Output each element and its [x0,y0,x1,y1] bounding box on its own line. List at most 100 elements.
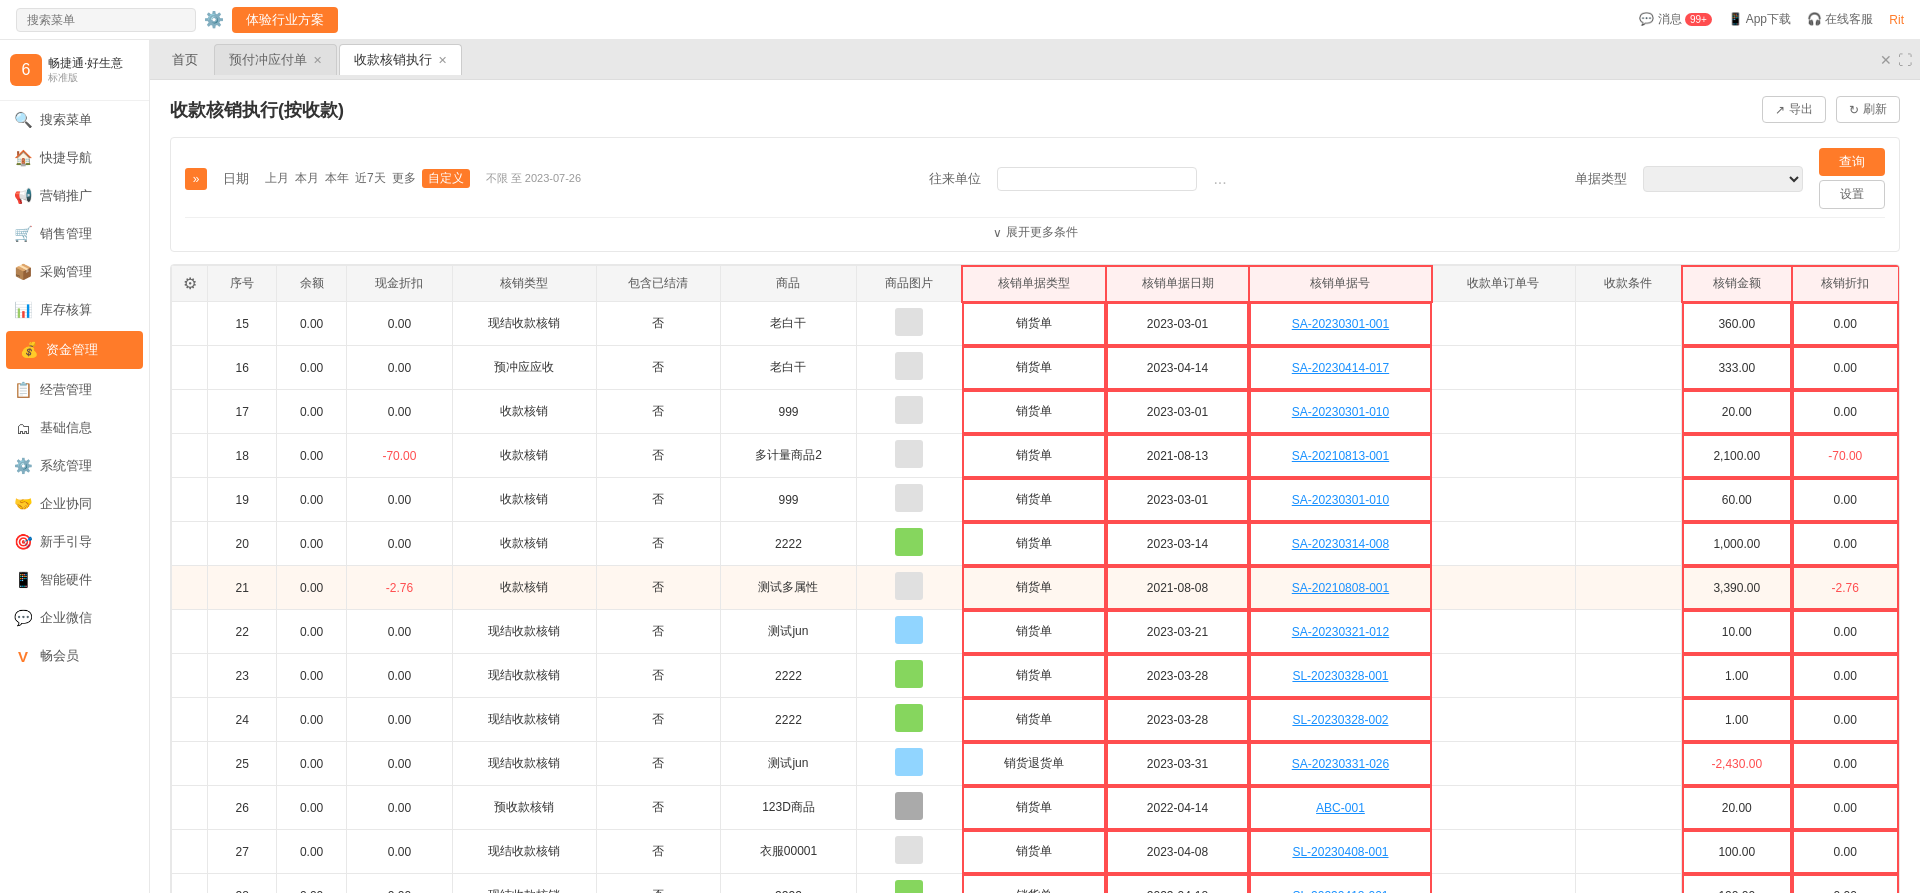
close-icon[interactable]: ✕ [1880,52,1892,68]
page-header-actions: ↗ 导出 ↻ 刷新 [1762,96,1900,123]
tab-receivable-label: 收款核销执行 [354,51,432,69]
verify-bill-link[interactable]: SA-20230301-010 [1292,493,1389,507]
cell-verify-amount: 333.00 [1682,346,1793,390]
cell-verify-bill-no[interactable]: SL-20230418-001 [1249,874,1432,894]
verify-bill-link[interactable]: SA-20210813-001 [1292,449,1389,463]
verify-bill-link[interactable]: SA-20230314-008 [1292,537,1389,551]
cell-verify-bill-no[interactable]: SA-20230331-026 [1249,742,1432,786]
export-button[interactable]: ↗ 导出 [1762,96,1826,123]
expand-more-btn[interactable]: ∨ 展开更多条件 [185,217,1885,241]
sidebar-item-search[interactable]: 🔍 搜索菜单 [0,101,149,139]
sidebar-item-guide[interactable]: 🎯 新手引导 [0,523,149,561]
cell-verify-bill-no[interactable]: SA-20210808-001 [1249,566,1432,610]
cell-receipt-condition [1575,434,1681,478]
sidebar-item-purchase[interactable]: 📦 采购管理 [0,253,149,291]
cell-receipt-condition [1575,566,1681,610]
cell-verify-bill-no[interactable]: SA-20230321-012 [1249,610,1432,654]
tab-receivable[interactable]: 收款核销执行 ✕ [339,44,462,75]
industry-solution-btn[interactable]: 体验行业方案 [232,7,338,33]
date-opt-7days[interactable]: 近7天 [355,170,386,187]
tab-prepay[interactable]: 预付冲应付单 ✕ [214,44,337,75]
sidebar-item-hardware[interactable]: 📱 智能硬件 [0,561,149,599]
sidebar-label-sales: 销售管理 [40,225,92,243]
gear-icon[interactable]: ⚙️ [204,10,224,29]
verify-bill-link[interactable]: SA-20230301-010 [1292,405,1389,419]
cell-receipt-order-no [1432,566,1575,610]
receipt-type-select[interactable] [1643,166,1803,192]
sidebar-item-system[interactable]: ⚙️ 系统管理 [0,447,149,485]
date-opt-more[interactable]: 更多 [392,170,416,187]
message-icon[interactable]: 💬 消息 99+ [1639,11,1712,28]
sidebar-label-purchase: 采购管理 [40,263,92,281]
sidebar-item-member[interactable]: V 畅会员 [0,637,149,675]
verify-bill-link[interactable]: SL-20230408-001 [1292,845,1388,859]
verify-bill-link[interactable]: SA-20230321-012 [1292,625,1389,639]
verify-bill-link[interactable]: SA-20230301-001 [1292,317,1389,331]
message-badge: 99+ [1685,13,1712,26]
cell-product-image [856,698,962,742]
filter-expand-btn[interactable]: » [185,168,207,190]
cell-verify-bill-no[interactable]: SA-20210813-001 [1249,434,1432,478]
sidebar-item-enterprise[interactable]: 🤝 企业协同 [0,485,149,523]
date-opt-this-month[interactable]: 本月 [295,170,319,187]
cell-num: 21 [208,566,277,610]
cell-verify-bill-no[interactable]: SA-20230301-010 [1249,478,1432,522]
verify-bill-link[interactable]: SL-20230418-001 [1292,889,1388,894]
partner-input[interactable] [997,167,1197,191]
date-opt-this-year[interactable]: 本年 [325,170,349,187]
sidebar-item-marketing[interactable]: 📢 营销推广 [0,177,149,215]
sidebar-item-operations[interactable]: 📋 经营管理 [0,371,149,409]
cell-verify-bill-no[interactable]: SA-20230301-010 [1249,390,1432,434]
verify-bill-link[interactable]: SA-20230414-017 [1292,361,1389,375]
verify-bill-link[interactable]: SA-20230331-026 [1292,757,1389,771]
app-download-link[interactable]: 📱 App下载 [1728,11,1791,28]
sidebar-item-funds[interactable]: 💰 资金管理 [6,331,143,369]
refresh-button[interactable]: ↻ 刷新 [1836,96,1900,123]
cell-verify-bill-date: 2023-03-01 [1106,478,1249,522]
sidebar-label-hardware: 智能硬件 [40,571,92,589]
setting-button[interactable]: 设置 [1819,180,1885,209]
verify-bill-link[interactable]: SL-20230328-002 [1292,713,1388,727]
cell-verify-bill-no[interactable]: ABC-001 [1249,786,1432,830]
sidebar-item-inventory[interactable]: 📊 库存核算 [0,291,149,329]
top-search-input[interactable] [16,8,196,32]
sidebar-item-sales[interactable]: 🛒 销售管理 [0,215,149,253]
sidebar-item-quick-nav[interactable]: 🏠 快捷导航 [0,139,149,177]
cell-verify-bill-no[interactable]: SA-20230314-008 [1249,522,1432,566]
cell-cash-discount: 0.00 [346,874,452,894]
cell-verify-bill-no[interactable]: SA-20230301-001 [1249,302,1432,346]
tab-home[interactable]: 首页 [158,45,212,75]
cell-verify-bill-no[interactable]: SL-20230328-001 [1249,654,1432,698]
inventory-icon: 📊 [14,301,32,319]
cell-verify-bill-no[interactable]: SA-20230414-017 [1249,346,1432,390]
cell-verify-bill-no[interactable]: SL-20230408-001 [1249,830,1432,874]
verify-bill-link[interactable]: SL-20230328-001 [1292,669,1388,683]
sidebar-item-wechat[interactable]: 💬 企业微信 [0,599,149,637]
cell-settings [172,654,208,698]
date-opt-custom[interactable]: 自定义 [422,169,470,188]
verify-bill-link[interactable]: SA-20210808-001 [1292,581,1389,595]
cell-verify-discount: 0.00 [1792,302,1898,346]
cell-receipt-order-no [1432,698,1575,742]
maximize-icon[interactable]: ⛶ [1898,52,1912,68]
cell-product-image [856,478,962,522]
verify-bill-link[interactable]: ABC-001 [1316,801,1365,815]
cell-verify-type: 现结收款核销 [453,742,596,786]
cell-included-settled: 否 [596,874,721,894]
search-icon: 🔍 [14,111,32,129]
query-button[interactable]: 查询 [1819,148,1885,176]
date-opt-last-month[interactable]: 上月 [265,170,289,187]
col-verify-bill-date: 核销单据日期 [1106,266,1249,302]
cell-verify-type: 收款核销 [453,566,596,610]
online-service-link[interactable]: 🎧 在线客服 [1807,11,1873,28]
gear-icon[interactable]: ⚙ [183,275,197,292]
cell-verify-bill-no[interactable]: SL-20230328-002 [1249,698,1432,742]
sidebar-item-basic-info[interactable]: 🗂 基础信息 [0,409,149,447]
user-name: Rit [1889,13,1904,27]
cell-product: 测试多属性 [721,566,856,610]
tab-receivable-close[interactable]: ✕ [438,54,447,67]
col-settings[interactable]: ⚙ [172,266,208,302]
cell-verify-amount: 3,390.00 [1682,566,1793,610]
tab-prepay-close[interactable]: ✕ [313,54,322,67]
cell-settings [172,390,208,434]
